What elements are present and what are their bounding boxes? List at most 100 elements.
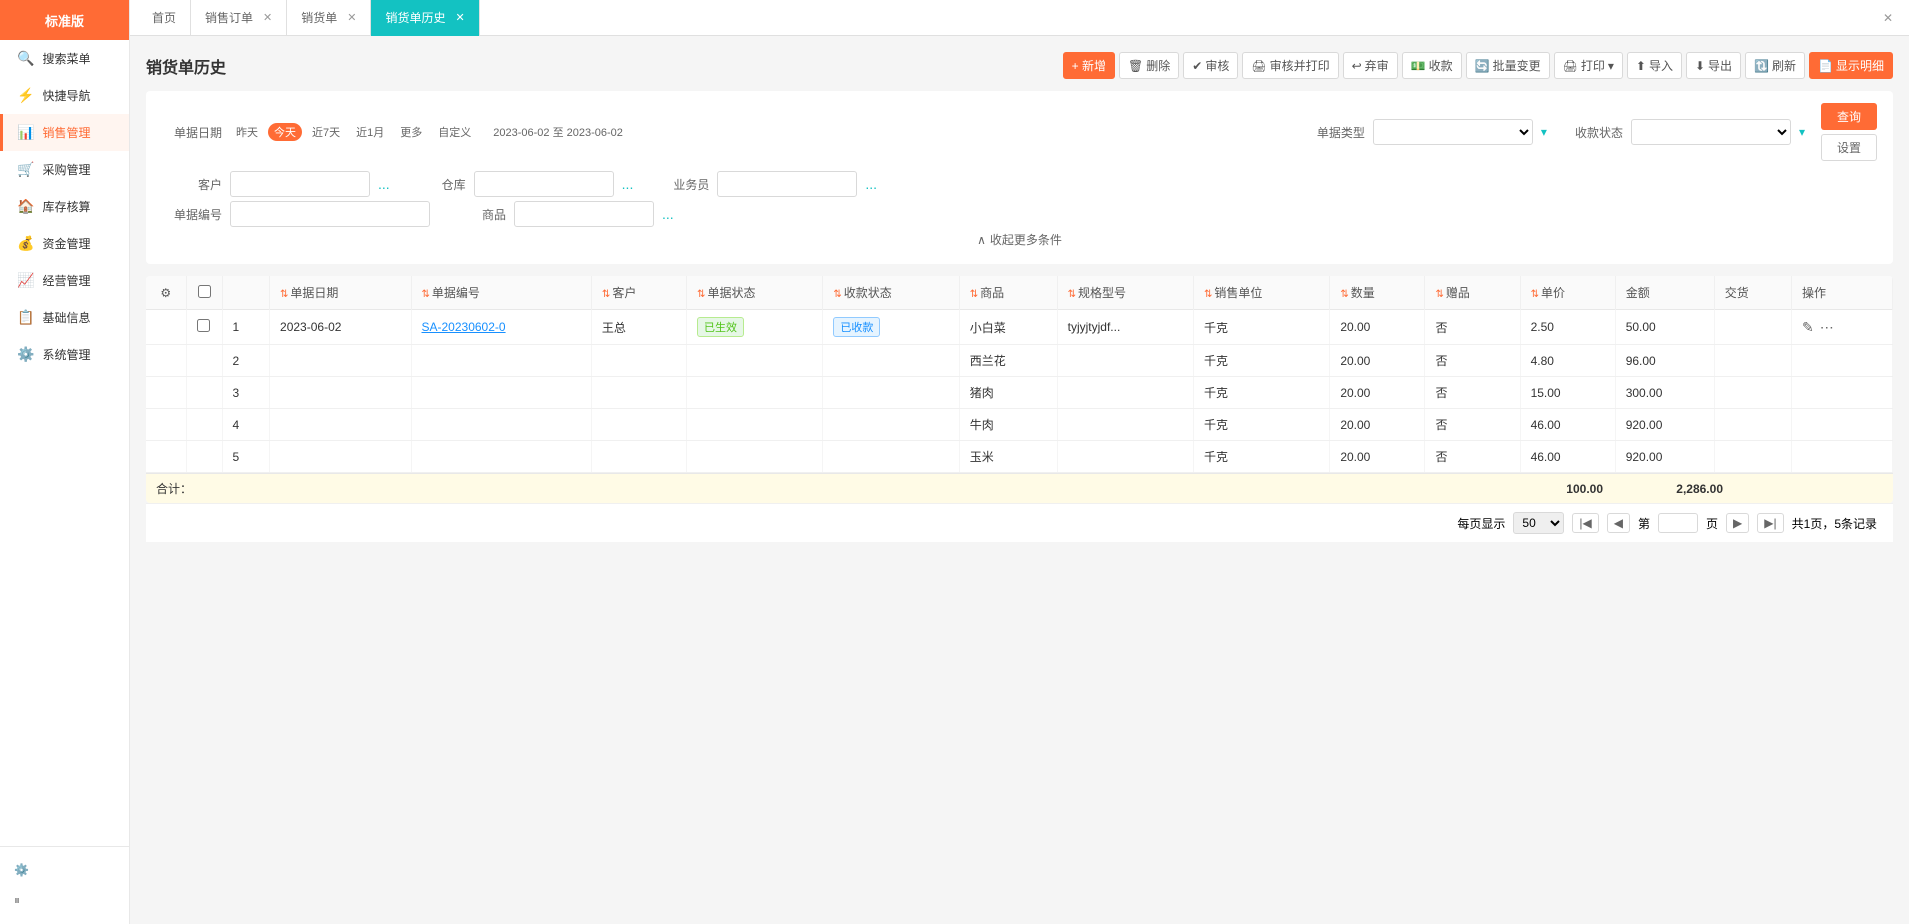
review-button[interactable]: ✔ 审核 (1183, 52, 1238, 79)
select-all-checkbox[interactable] (198, 285, 211, 298)
date-range-group: 2023-06-02 至 2023-06-02 (493, 124, 1289, 140)
footer-total-amount: 2,286.00 (1603, 482, 1723, 496)
abandon-button[interactable]: ↩ 弃审 (1343, 52, 1398, 79)
customer-more-icon[interactable]: ... (378, 176, 390, 192)
td-number[interactable] (411, 409, 591, 441)
sidebar-item-search-menu[interactable]: 🔍 搜索菜单 (0, 40, 129, 77)
th-goods[interactable]: ⇅商品 (959, 276, 1057, 310)
print-button[interactable]: 🖨 打印 ▾ (1554, 52, 1623, 79)
tab-close-icon[interactable]: ✕ (347, 11, 356, 24)
money-icon: 💰 (17, 235, 34, 252)
tab-label: 销货单 (301, 9, 337, 26)
date-tag-custom[interactable]: 自定义 (432, 123, 477, 141)
export-button[interactable]: ⬇ 导出 (1686, 52, 1741, 79)
payment-status-filter-group: 收款状态 ▾ (1563, 119, 1805, 145)
new-button[interactable]: + 新增 (1063, 52, 1115, 79)
th-checkbox[interactable] (186, 276, 222, 310)
payment-status-select[interactable] (1631, 119, 1791, 145)
date-tag-7days[interactable]: 近7天 (306, 123, 346, 141)
date-tag-more[interactable]: 更多 (394, 123, 428, 141)
th-gift[interactable]: ⇅赠品 (1425, 276, 1520, 310)
refresh-button[interactable]: 🔃 刷新 (1745, 52, 1805, 79)
td-action[interactable]: ✎⋯ (1792, 310, 1893, 345)
page-number-input[interactable]: 1 (1658, 513, 1698, 533)
delete-button[interactable]: 🗑 删除 (1119, 52, 1179, 79)
filter-area: 单据日期 昨天 今天 近7天 近1月 更多 自定义 2023-06-02 至 2… (146, 91, 1893, 264)
per-page-select[interactable]: 50 100 200 (1513, 512, 1564, 534)
date-tag-1month[interactable]: 近1月 (350, 123, 390, 141)
edit-action-icon[interactable]: ✎ (1802, 319, 1814, 335)
sidebar-item-label: 资金管理 (42, 235, 90, 252)
th-customer[interactable]: ⇅客户 (591, 276, 686, 310)
set-button[interactable]: 设置 (1821, 134, 1877, 161)
tab-home[interactable]: 首页 (138, 0, 191, 36)
th-settings[interactable]: ⚙ (146, 276, 186, 310)
tab-bar-close-button[interactable]: ✕ (1875, 7, 1901, 29)
customer-input[interactable] (230, 171, 370, 197)
first-page-button[interactable]: |◀ (1572, 513, 1598, 533)
sidebar-item-ops-mgmt[interactable]: 📈 经营管理 (0, 262, 129, 299)
tab-sales-goods[interactable]: 销货单 ✕ (287, 0, 371, 36)
th-unit[interactable]: ⇅销售单位 (1193, 276, 1329, 310)
sidebar-item-purchase-mgmt[interactable]: 🛒 采购管理 (0, 151, 129, 188)
th-number[interactable]: ⇅单据编号 (411, 276, 591, 310)
doc-number-link[interactable]: SA-20230602-0 (422, 320, 506, 334)
doc-number-input[interactable] (230, 201, 430, 227)
payment-dropdown-icon: ▾ (1799, 125, 1805, 139)
printer-icon: 🖨 (1563, 59, 1578, 73)
td-customer: 王总 (591, 310, 686, 345)
table-row: 12023-06-02SA-20230602-0王总已生效已收款小白菜tyjyj… (146, 310, 1893, 345)
td-spec (1057, 345, 1193, 377)
next-page-button[interactable]: ▶ (1726, 513, 1749, 533)
print-check-icon: 🖨 (1251, 59, 1266, 73)
th-price[interactable]: ⇅单价 (1520, 276, 1615, 310)
td-action[interactable] (1792, 441, 1893, 473)
tab-close-icon[interactable]: ✕ (263, 11, 272, 24)
td-number[interactable] (411, 345, 591, 377)
tab-sales-history[interactable]: 销货单历史 ✕ (371, 0, 479, 36)
th-payment-status[interactable]: ⇅收款状态 (823, 276, 959, 310)
sidebar-item-inventory-calc[interactable]: 🏠 库存核算 (0, 188, 129, 225)
doc-type-select[interactable] (1373, 119, 1533, 145)
sidebar-item-basic-info[interactable]: 📋 基础信息 (0, 299, 129, 336)
goods-input[interactable] (514, 201, 654, 227)
review-print-button[interactable]: 🖨 审核并打印 (1242, 52, 1338, 79)
goods-more-icon[interactable]: ... (662, 206, 674, 222)
th-date[interactable]: ⇅单据日期 (270, 276, 411, 310)
sidebar-item-sys-mgmt[interactable]: ⚙️ 系统管理 (0, 336, 129, 373)
th-qty[interactable]: ⇅数量 (1330, 276, 1425, 310)
th-spec[interactable]: ⇅规格型号 (1057, 276, 1193, 310)
td-qty: 20.00 (1330, 310, 1425, 345)
date-tag-today[interactable]: 今天 (268, 123, 302, 141)
prev-page-button[interactable]: ◀ (1607, 513, 1630, 533)
tab-close-icon[interactable]: ✕ (456, 11, 465, 24)
import-button[interactable]: ⬆ 导入 (1627, 52, 1682, 79)
show-detail-button[interactable]: 📄 显示明细 (1809, 52, 1893, 79)
more-action-icon[interactable]: ⋯ (1820, 319, 1834, 335)
td-number[interactable]: SA-20230602-0 (411, 310, 591, 345)
row-checkbox[interactable] (197, 319, 210, 332)
warehouse-more-icon[interactable]: ... (622, 176, 634, 192)
collapse-filter-button[interactable]: ∧ 收起更多条件 (162, 227, 1877, 252)
batch-change-button[interactable]: 🔄 批量变更 (1466, 52, 1550, 79)
date-tag-yesterday[interactable]: 昨天 (230, 123, 264, 141)
th-doc-status[interactable]: ⇅单据状态 (687, 276, 823, 310)
warehouse-input[interactable] (474, 171, 614, 197)
sidebar-item-finance-mgmt[interactable]: 💰 资金管理 (0, 225, 129, 262)
footer-label: 合计： (156, 480, 192, 497)
td-action[interactable] (1792, 377, 1893, 409)
sidebar-bottom-pause[interactable]: ⏸ (0, 885, 129, 916)
td-number[interactable] (411, 377, 591, 409)
salesperson-input[interactable] (717, 171, 857, 197)
collect-button[interactable]: 💵 收款 (1402, 52, 1462, 79)
query-button[interactable]: 查询 (1821, 103, 1877, 130)
td-action[interactable] (1792, 345, 1893, 377)
tab-sales-order[interactable]: 销售订单 ✕ (191, 0, 287, 36)
salesperson-more-icon[interactable]: ... (865, 176, 877, 192)
td-action[interactable] (1792, 409, 1893, 441)
sidebar-item-sales-mgmt[interactable]: 📊 销售管理 (0, 114, 129, 151)
td-number[interactable] (411, 441, 591, 473)
sidebar-item-quick-nav[interactable]: ⚡ 快捷导航 (0, 77, 129, 114)
last-page-button[interactable]: ▶| (1757, 513, 1783, 533)
sidebar-bottom-settings[interactable]: ⚙️ (0, 855, 129, 885)
